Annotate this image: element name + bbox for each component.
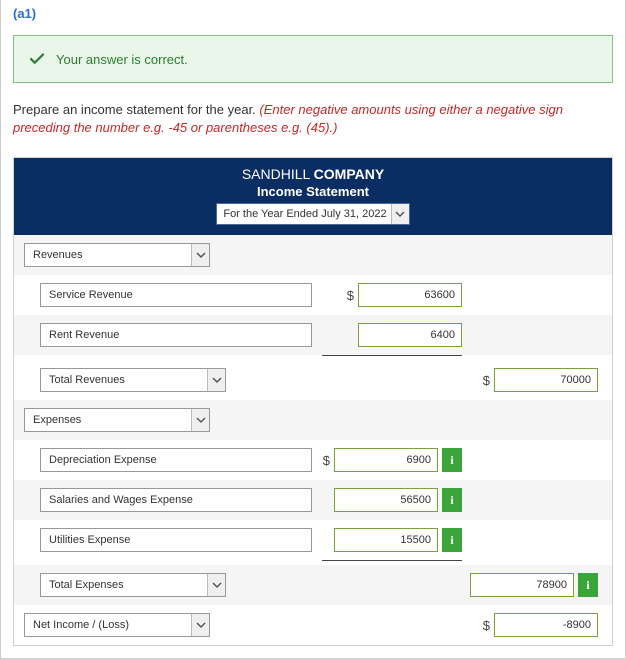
salaries-expense-select[interactable]: Salaries and Wages Expense — [40, 488, 312, 512]
net-income-amount[interactable]: -8900 — [494, 613, 598, 637]
statement-title: Income Statement — [14, 184, 612, 199]
subtotal-rule — [322, 355, 462, 356]
period-select-value: For the Year Ended July 31, 2022 — [223, 208, 386, 220]
service-revenue-amount[interactable]: 63600 — [358, 283, 462, 307]
company-name-bold: COMPANY — [314, 166, 385, 182]
select-value: Rent Revenue — [49, 329, 119, 341]
feedback-banner: Your answer is correct. — [13, 35, 613, 83]
company-name-prefix: SANDHILL — [242, 166, 314, 182]
period-select[interactable]: For the Year Ended July 31, 2022 — [216, 203, 409, 225]
chevron-down-icon — [391, 204, 409, 224]
select-value: Revenues — [33, 249, 83, 261]
total-expenses-select[interactable]: Total Expenses — [40, 573, 226, 597]
currency-label: $ — [318, 453, 330, 468]
depreciation-expense-amount[interactable]: 6900 — [334, 448, 438, 472]
subtotal-rule — [322, 560, 462, 561]
chevron-down-icon — [191, 614, 209, 636]
feedback-text: Your answer is correct. — [56, 52, 188, 67]
currency-label: $ — [478, 618, 490, 633]
select-value: Total Expenses — [49, 579, 124, 591]
statement-header: SANDHILL COMPANY Income Statement — [14, 158, 612, 203]
total-expenses-amount[interactable]: 78900 — [470, 573, 574, 597]
check-icon — [28, 50, 46, 68]
salaries-expense-amount[interactable]: 56500 — [334, 488, 438, 512]
chevron-down-icon — [207, 369, 225, 391]
select-value: Depreciation Expense — [49, 454, 157, 466]
service-revenue-select[interactable]: Service Revenue — [40, 283, 312, 307]
select-value: Expenses — [33, 414, 81, 426]
select-value: Salaries and Wages Expense — [49, 494, 193, 506]
instructions: Prepare an income statement for the year… — [13, 101, 613, 137]
chevron-down-icon — [191, 244, 209, 266]
depreciation-expense-select[interactable]: Depreciation Expense — [40, 448, 312, 472]
info-icon[interactable]: i — [442, 448, 462, 472]
instruction-plain: Prepare an income statement for the year… — [13, 102, 259, 117]
utilities-expense-amount[interactable]: 15500 — [334, 528, 438, 552]
currency-label: $ — [342, 288, 354, 303]
select-value: Service Revenue — [49, 289, 133, 301]
part-label: (a1) — [13, 0, 613, 35]
select-value: Total Revenues — [49, 374, 125, 386]
revenues-header-select[interactable]: Revenues — [24, 243, 210, 267]
currency-label: $ — [478, 373, 490, 388]
net-income-select[interactable]: Net Income / (Loss) — [24, 613, 210, 637]
info-icon[interactable]: i — [442, 528, 462, 552]
info-icon[interactable]: i — [578, 573, 598, 597]
select-value: Net Income / (Loss) — [33, 619, 129, 631]
income-statement: SANDHILL COMPANY Income Statement For th… — [13, 157, 613, 646]
rent-revenue-amount[interactable]: 6400 — [358, 323, 462, 347]
select-value: Utilities Expense — [49, 534, 130, 546]
chevron-down-icon — [207, 574, 225, 596]
info-icon[interactable]: i — [442, 488, 462, 512]
total-revenues-select[interactable]: Total Revenues — [40, 368, 226, 392]
total-revenues-amount[interactable]: 70000 — [494, 368, 598, 392]
chevron-down-icon — [191, 409, 209, 431]
rent-revenue-select[interactable]: Rent Revenue — [40, 323, 312, 347]
expenses-header-select[interactable]: Expenses — [24, 408, 210, 432]
utilities-expense-select[interactable]: Utilities Expense — [40, 528, 312, 552]
